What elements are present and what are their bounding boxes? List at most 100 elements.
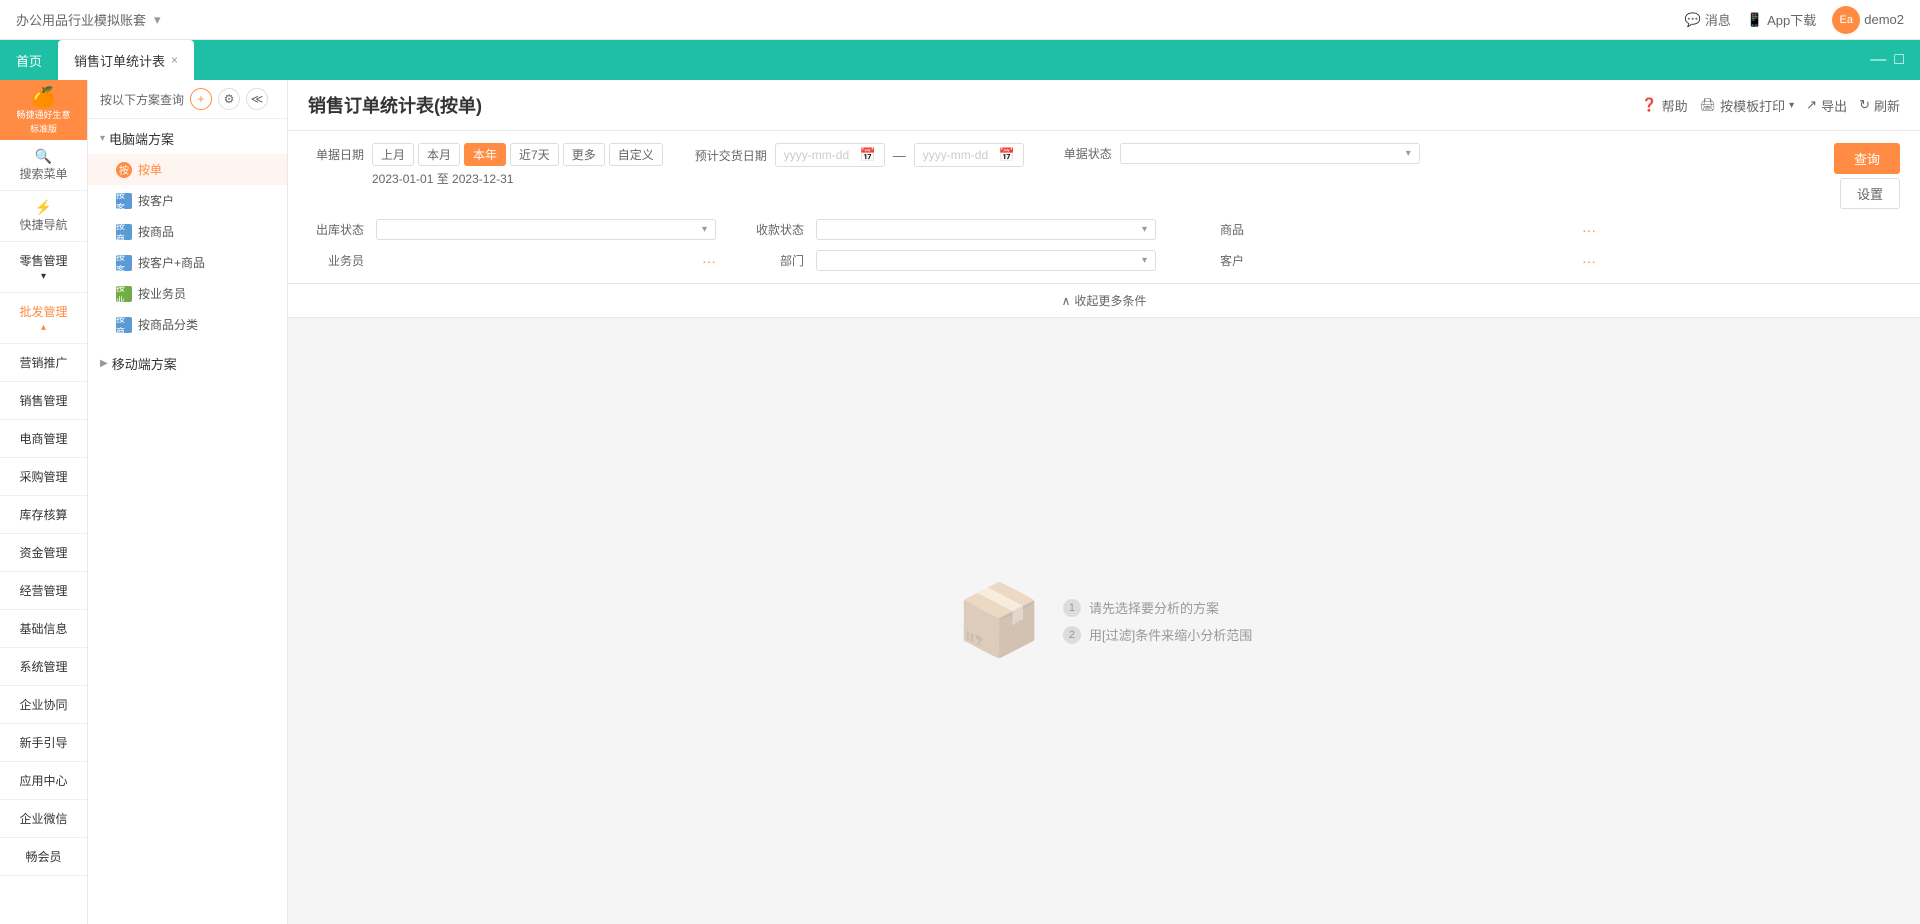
nav-tabs: 首页 销售订单统计表 × — □: [0, 40, 1920, 80]
scheme-by-order[interactable]: 按 按单: [88, 154, 287, 185]
date-btn-last-month[interactable]: 上月: [372, 143, 414, 166]
sidebar-item-member[interactable]: 畅会员: [0, 838, 87, 876]
scheme-label-cust-goods: 按客户+商品: [138, 254, 205, 271]
sidebar-item-finance[interactable]: 资金管理: [0, 534, 87, 572]
hint-2-text: 用[过滤]条件来缩小分析范围: [1089, 625, 1252, 644]
out-status-select[interactable]: ▾: [376, 219, 716, 240]
scheme-by-category[interactable]: 按商 按商品分类: [88, 309, 287, 340]
date-btn-this-year[interactable]: 本年: [464, 143, 506, 166]
pay-status-select[interactable]: ▾: [816, 219, 1156, 240]
status-select[interactable]: ▾: [1120, 143, 1420, 164]
wholesale-arrow: ▴: [41, 322, 46, 333]
scheme-by-customer-goods[interactable]: 按客 按客户+商品: [88, 247, 287, 278]
app-dropdown-arrow[interactable]: ▾: [154, 12, 161, 28]
nav-tab-actions: — □: [1870, 51, 1920, 69]
wechat-label: 企业微信: [19, 810, 67, 827]
refresh-btn[interactable]: ↻ 刷新: [1859, 96, 1900, 115]
sidebar-item-marketing[interactable]: 营销推广: [0, 344, 87, 382]
refresh-label: 刷新: [1874, 96, 1900, 115]
sidebar-quick-nav[interactable]: ⚡ 快捷导航: [0, 191, 87, 242]
mobile-group-label: 移动端方案: [112, 354, 177, 373]
empty-state: 📦 1 请先选择要分析的方案 2 用[过滤]条件来缩小分析: [288, 318, 1920, 924]
ecommerce-label: 电商管理: [19, 430, 67, 447]
goods-label: 商品: [1188, 221, 1244, 238]
filter-row-3: 业务员 ··· 部门 ▾ 客户 ···: [308, 250, 1900, 271]
sidebar-item-new-guide[interactable]: 新手引导: [0, 724, 87, 762]
app-download-btn[interactable]: 📱 App下载: [1747, 10, 1816, 29]
username-label: demo2: [1864, 12, 1904, 27]
query-btn[interactable]: 查询: [1834, 143, 1900, 174]
salesperson-dots[interactable]: ···: [702, 253, 716, 269]
finance-label: 资金管理: [19, 544, 67, 561]
tab-close-icon[interactable]: ×: [171, 53, 178, 67]
expected-date-from[interactable]: yyyy-mm-dd 📅: [775, 143, 885, 167]
export-icon: ↗: [1806, 97, 1817, 113]
dept-select[interactable]: ▾: [816, 250, 1156, 271]
user-profile[interactable]: Ea demo2: [1832, 6, 1904, 34]
status-arrow: ▾: [1406, 148, 1411, 159]
scheme-by-goods[interactable]: 按商 按商品: [88, 216, 287, 247]
sidebar-item-retail[interactable]: 零售管理 ▾: [0, 242, 87, 293]
hint-2-num: 2: [1063, 626, 1081, 644]
help-btn[interactable]: ❓ 帮助: [1641, 96, 1687, 115]
sidebar-item-wholesale[interactable]: 批发管理 ▴: [0, 293, 87, 344]
date-btn-custom[interactable]: 自定义: [609, 143, 663, 166]
sidebar-item-inventory[interactable]: 库存核算: [0, 496, 87, 534]
pc-group-arrow: ▾: [100, 133, 105, 144]
date-btn-this-month[interactable]: 本月: [418, 143, 460, 166]
tab-sales-order[interactable]: 销售订单统计表 ×: [58, 40, 194, 80]
window-max-btn[interactable]: □: [1894, 51, 1904, 69]
dept-label: 部门: [748, 252, 804, 269]
date-btn-last-7[interactable]: 近7天: [510, 143, 559, 166]
sidebar-item-system[interactable]: 系统管理: [0, 648, 87, 686]
collapse-label: 收起更多条件: [1074, 292, 1146, 309]
sidebar-search-menu[interactable]: 🔍 搜索菜单: [0, 140, 87, 191]
print-btn[interactable]: 🖨 按模板打印 ▾: [1700, 96, 1795, 115]
export-btn[interactable]: ↗ 导出: [1806, 96, 1847, 115]
print-label: 按模板打印: [1720, 96, 1785, 115]
empty-hint-2: 2 用[过滤]条件来缩小分析范围: [1063, 625, 1252, 644]
filter-settings-btn[interactable]: 设置: [1840, 178, 1900, 209]
app-download-icon: 📱: [1747, 12, 1763, 28]
scheme-settings-btn[interactable]: ⚙: [218, 88, 240, 110]
mobile-scheme-group-header[interactable]: ▶ 移动端方案: [88, 348, 287, 379]
scheme-icon-goods: 按商: [116, 224, 132, 240]
left-panel: 按以下方案查询 + ⚙ ≪ ▾ 电脑端方案 按 按单 按客 按客户: [88, 80, 288, 924]
action-buttons: 查询 设置: [1834, 143, 1900, 209]
empty-hints: 1 请先选择要分析的方案 2 用[过滤]条件来缩小分析范围: [1063, 598, 1252, 644]
tab-home[interactable]: 首页: [0, 40, 58, 80]
logo-sub: 标准版: [30, 122, 57, 135]
scheme-collapse-btn[interactable]: ≪: [246, 88, 268, 110]
sidebar-item-ecommerce[interactable]: 电商管理: [0, 420, 87, 458]
add-scheme-btn[interactable]: +: [190, 88, 212, 110]
empty-hint-1: 1 请先选择要分析的方案: [1063, 598, 1252, 617]
help-icon: ❓: [1641, 97, 1657, 113]
refresh-icon: ↻: [1859, 97, 1870, 113]
scheme-by-salesperson[interactable]: 按业 按业务员: [88, 278, 287, 309]
pc-scheme-group-header[interactable]: ▾ 电脑端方案: [88, 123, 287, 154]
scheme-by-customer[interactable]: 按客 按客户: [88, 185, 287, 216]
sidebar-item-wechat[interactable]: 企业微信: [0, 800, 87, 838]
sidebar-item-operations[interactable]: 经营管理: [0, 572, 87, 610]
collapse-bar[interactable]: ∧ 收起更多条件: [288, 284, 1920, 318]
sidebar-item-basic-info[interactable]: 基础信息: [0, 610, 87, 648]
scheme-label-salesperson: 按业务员: [138, 285, 186, 302]
date-btn-more[interactable]: 更多: [563, 143, 605, 166]
expected-date-to[interactable]: yyyy-mm-dd 📅: [914, 143, 1024, 167]
sidebar-item-app-center[interactable]: 应用中心: [0, 762, 87, 800]
scheme-icon-order: 按: [116, 162, 132, 178]
goods-dots[interactable]: ···: [1582, 222, 1596, 238]
date-from-display: 2023-01-01 至 2023-12-31: [372, 170, 513, 187]
collapse-icon: ∧: [1062, 294, 1071, 308]
sidebar-item-corp-collab[interactable]: 企业协同: [0, 686, 87, 724]
window-min-btn[interactable]: —: [1870, 51, 1886, 69]
print-arrow: ▾: [1789, 100, 1794, 111]
sidebar-item-purchase[interactable]: 采购管理: [0, 458, 87, 496]
hint-1-num: 1: [1063, 599, 1081, 617]
message-btn[interactable]: 💬 消息: [1685, 10, 1731, 29]
page-title: 销售订单统计表(按单): [308, 92, 482, 118]
sidebar-item-sales[interactable]: 销售管理: [0, 382, 87, 420]
customer-dots[interactable]: ···: [1582, 253, 1596, 269]
corp-collab-label: 企业协同: [19, 696, 67, 713]
scheme-icon-category: 按商: [116, 317, 132, 333]
